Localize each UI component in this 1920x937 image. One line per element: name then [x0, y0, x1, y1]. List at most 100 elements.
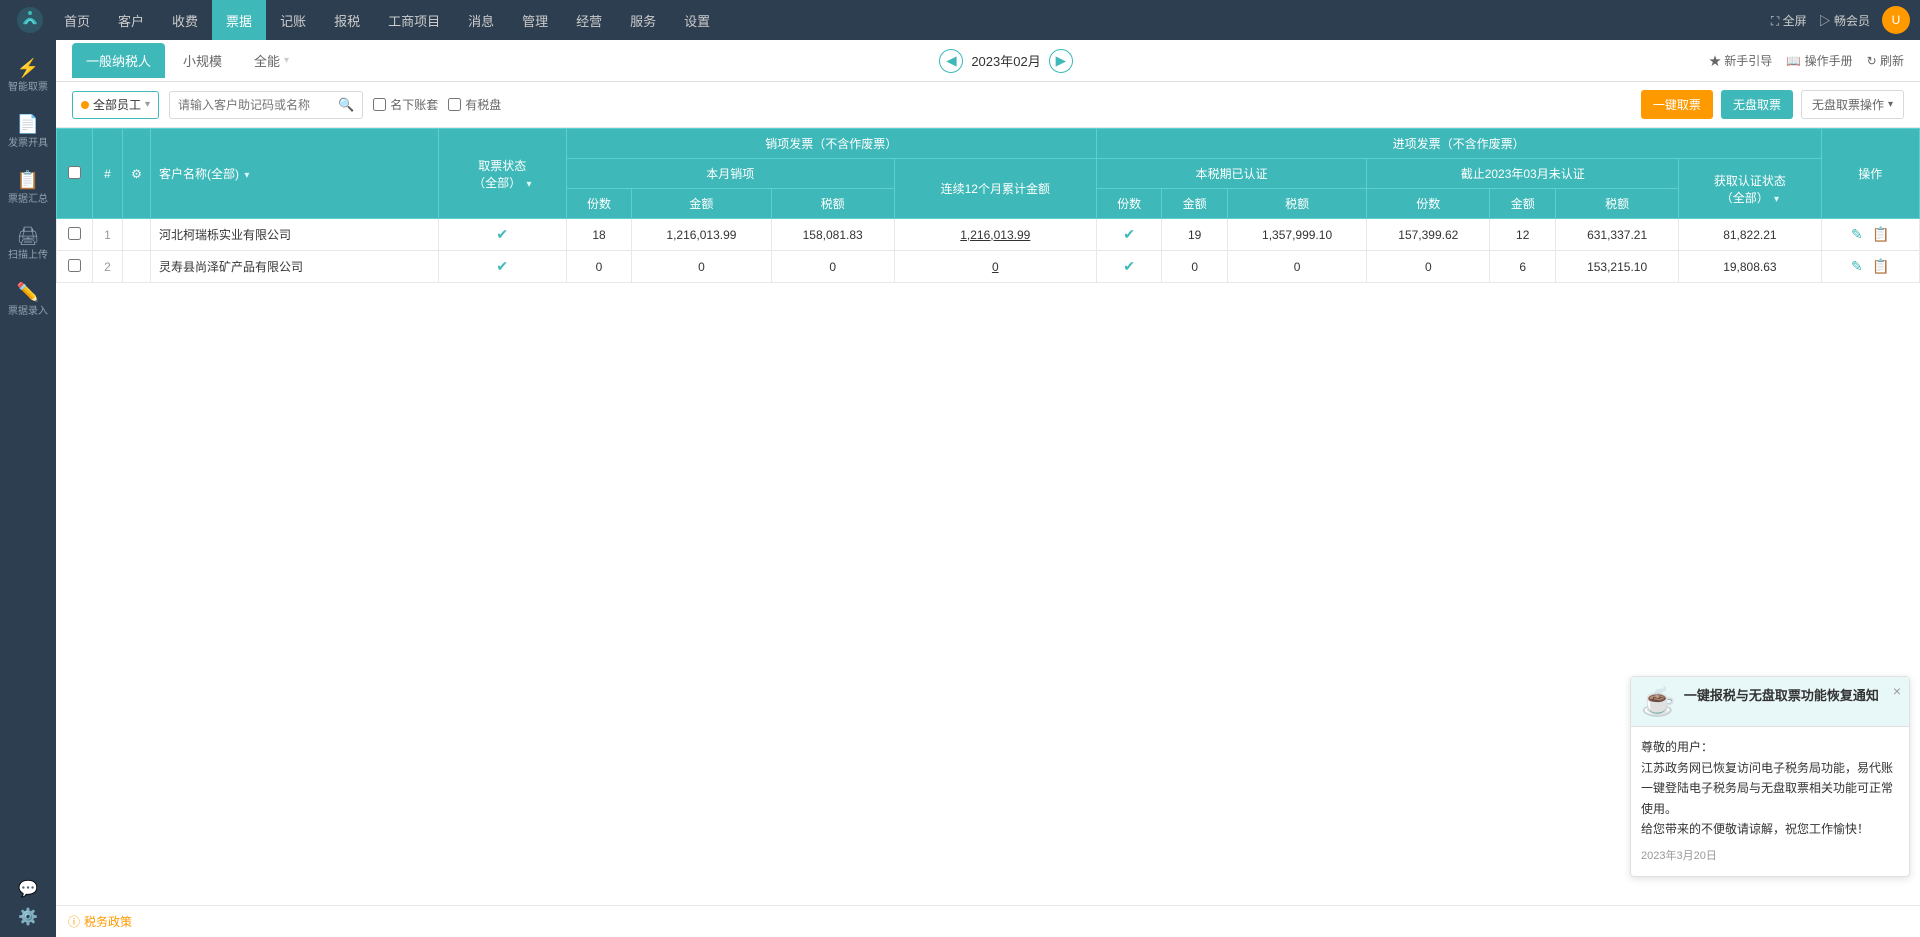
- row-detail-icon[interactable]: 📋: [1872, 226, 1889, 242]
- row-edit-icon[interactable]: ✎: [1851, 258, 1863, 274]
- sidebar-item-smart-fetch[interactable]: ⚡ 智能取票: [2, 50, 54, 102]
- app-logo: [10, 6, 50, 34]
- nav-message[interactable]: 消息: [454, 0, 508, 40]
- th-no: #: [93, 129, 123, 219]
- certify-filter-icon[interactable]: ▾: [1774, 194, 1779, 205]
- no-disk-operations-btn[interactable]: 无盘取票操作 ▾: [1801, 90, 1904, 119]
- date-next-btn[interactable]: ▶: [1049, 49, 1073, 73]
- row-purch-tax: 157,399.62: [1367, 219, 1490, 251]
- search-icon[interactable]: 🔍: [338, 97, 354, 113]
- nav-settings[interactable]: 设置: [670, 0, 724, 40]
- row-checkbox-cell[interactable]: [57, 251, 93, 283]
- row-purch-copies: 0: [1162, 251, 1228, 283]
- sidebar-item-invoice-entry[interactable]: ✏️ 票据录入: [2, 274, 54, 326]
- th-fetch-status[interactable]: 取票状态 （全部） ▾: [438, 129, 566, 219]
- customer-filter-icon[interactable]: ▾: [244, 170, 249, 181]
- sidebar-label-smart-fetch: 智能取票: [8, 82, 48, 94]
- one-key-fetch-btn[interactable]: 一键取票: [1641, 90, 1713, 119]
- select-all-checkbox[interactable]: [68, 166, 81, 179]
- notification-content: 江苏政务网已恢复访问电子税务局功能，易代账一键登陆电子税务局与无盘取票相关功能可…: [1641, 758, 1899, 819]
- nav-home[interactable]: 首页: [50, 0, 104, 40]
- checkbox-taxdisk[interactable]: 有税盘: [448, 96, 501, 113]
- table-body: 1 河北柯瑞栎实业有限公司 ✔ 18 1,216,013.99 158,081.…: [57, 219, 1920, 283]
- sidebar-label-invoice-open: 发票开具: [8, 138, 48, 150]
- sidebar-label-invoice-summary: 票据汇总: [8, 194, 48, 206]
- checkbox-subledger-input[interactable]: [373, 98, 386, 111]
- th-sales-copies: 份数: [566, 189, 632, 219]
- nav-biz[interactable]: 工商项目: [374, 0, 454, 40]
- employee-select[interactable]: 全部员工 ▾: [72, 91, 159, 119]
- row-operation-cell: ✎ 📋: [1821, 219, 1919, 251]
- nav-manage[interactable]: 管理: [508, 0, 562, 40]
- tab-bar: 一般纳税人 小规模 全能 ▾ ◀ 2023年02月 ▶ ★ 新手引导 📖 操作手…: [56, 40, 1920, 82]
- th-customer-name[interactable]: 客户名称(全部) ▾: [151, 129, 439, 219]
- row-edit-icon[interactable]: ✎: [1851, 226, 1863, 242]
- row-purch-copies: 19: [1162, 219, 1228, 251]
- notification-close-btn[interactable]: ×: [1893, 683, 1901, 699]
- sidebar-settings-icon[interactable]: ⚙️: [18, 907, 38, 927]
- sidebar-bottom: 💬 ⚙️: [18, 879, 38, 937]
- th-checkbox: [57, 129, 93, 219]
- no-disk-operations-chevron-icon: ▾: [1888, 99, 1893, 110]
- date-prev-btn[interactable]: ◀: [939, 49, 963, 73]
- no-disk-fetch-btn[interactable]: 无盘取票: [1721, 90, 1793, 119]
- invoice-summary-icon: 📋: [17, 170, 39, 191]
- last12-amount-link[interactable]: 0: [992, 260, 999, 274]
- row-last12-amount[interactable]: 1,216,013.99: [894, 219, 1096, 251]
- new-guide-btn[interactable]: ★ 新手引导: [1709, 52, 1772, 69]
- row-sales-copies: 18: [566, 219, 632, 251]
- no-disk-operations-label: 无盘取票操作: [1812, 96, 1884, 113]
- row-uncert-copies: 12: [1490, 219, 1556, 251]
- row-sales-amount: 0: [632, 251, 771, 283]
- avatar[interactable]: U: [1882, 6, 1910, 34]
- date-nav: ◀ 2023年02月 ▶: [939, 49, 1072, 73]
- th-last12-months: 连续12个月累计金额: [894, 159, 1096, 219]
- tab-all-round[interactable]: 全能 ▾: [240, 43, 303, 78]
- row-purch-amount: 0: [1227, 251, 1366, 283]
- checkbox-subledger[interactable]: 名下账套: [373, 96, 438, 113]
- checkbox-taxdisk-label: 有税盘: [465, 96, 501, 113]
- tab-general-taxpayer[interactable]: 一般纳税人: [72, 43, 165, 78]
- th-certify-status[interactable]: 获取认证状态 （全部） ▾: [1679, 159, 1821, 219]
- action-bar: 全部员工 ▾ 🔍 名下账套 有税盘 一键取票 无盘取票 无盘取票操作 ▾: [56, 82, 1920, 128]
- last12-amount-link[interactable]: 1,216,013.99: [960, 228, 1030, 242]
- row-last12-amount[interactable]: 0: [894, 251, 1096, 283]
- nav-service[interactable]: 服务: [616, 0, 670, 40]
- refresh-btn[interactable]: ↻ 刷新: [1867, 52, 1904, 69]
- notification-tea-decoration: ☕: [1641, 685, 1676, 718]
- date-label: 2023年02月: [971, 51, 1040, 70]
- nav-customer[interactable]: 客户: [104, 0, 158, 40]
- nav-bookkeeping[interactable]: 记账: [266, 0, 320, 40]
- fetch-status-filter-icon[interactable]: ▾: [526, 179, 531, 190]
- checkbox-taxdisk-input[interactable]: [448, 98, 461, 111]
- sidebar-item-invoice-summary[interactable]: 📋 票据汇总: [2, 162, 54, 214]
- operation-manual-btn[interactable]: 📖 操作手册: [1786, 52, 1852, 69]
- row-detail-icon[interactable]: 📋: [1872, 258, 1889, 274]
- row-checkbox[interactable]: [68, 259, 81, 272]
- row-uncert-amount: 153,215.10: [1556, 251, 1679, 283]
- row-purch-tax: 0: [1367, 251, 1490, 283]
- nav-operation[interactable]: 经营: [562, 0, 616, 40]
- row-checkbox[interactable]: [68, 227, 81, 240]
- tax-policy-label[interactable]: 税务政策: [84, 913, 132, 930]
- all-round-expand-icon[interactable]: ▾: [284, 55, 289, 66]
- row-customer-name[interactable]: 灵寿县尚泽矿产品有限公司: [151, 251, 439, 283]
- tax-policy-info-icon: ⓘ: [68, 913, 80, 930]
- notification-body: 尊敬的用户： 江苏政务网已恢复访问电子税务局功能，易代账一键登陆电子税务局与无盘…: [1631, 727, 1909, 876]
- all-round-label: 全能: [254, 51, 280, 70]
- th-uncert-copies: 份数: [1367, 189, 1490, 219]
- vip-btn[interactable]: ▷ 畅会员: [1819, 12, 1870, 29]
- sidebar-item-scan-upload[interactable]: 🖨 扫描上传: [2, 218, 54, 270]
- tab-small-scale[interactable]: 小规模: [169, 43, 236, 78]
- search-input[interactable]: [178, 98, 338, 112]
- nav-fee[interactable]: 收费: [158, 0, 212, 40]
- sidebar-item-invoice-open[interactable]: 📄 发票开具: [2, 106, 54, 158]
- nav-invoice[interactable]: 票据: [212, 0, 266, 40]
- nav-tax[interactable]: 报税: [320, 0, 374, 40]
- fullscreen-btn[interactable]: ⛶ 全屏: [1771, 12, 1807, 29]
- th-until-mar2023: 截止2023年03月未认证: [1367, 159, 1679, 189]
- row-sales-tax: 158,081.83: [771, 219, 894, 251]
- sidebar-chat-icon[interactable]: 💬: [18, 879, 38, 899]
- row-customer-name[interactable]: 河北柯瑞栎实业有限公司: [151, 219, 439, 251]
- row-checkbox-cell[interactable]: [57, 219, 93, 251]
